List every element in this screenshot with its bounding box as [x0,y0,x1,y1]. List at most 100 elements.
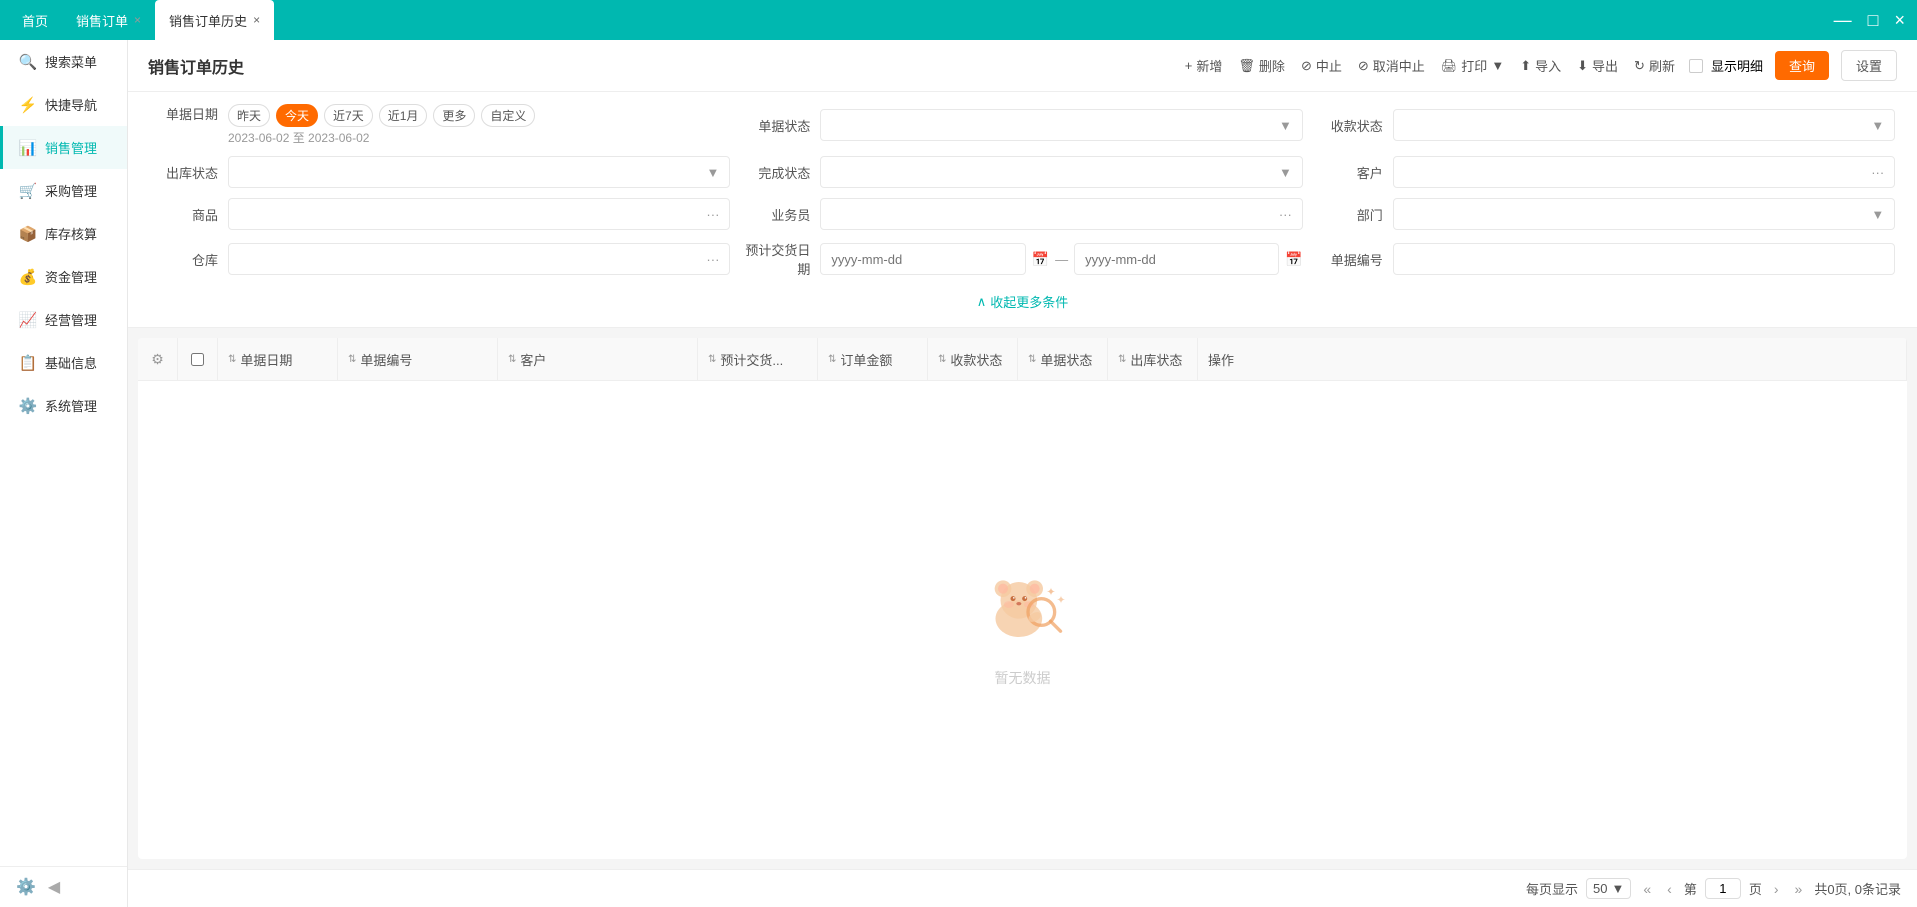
collapse-sidebar-icon[interactable]: ◀ [48,877,60,897]
cancel-stop-icon: ⊘ [1358,58,1369,74]
topbar-close-button[interactable]: — [1830,10,1856,31]
warehouse-input[interactable]: ··· [228,243,730,275]
th-date[interactable]: ⇅ 单据日期 [218,338,338,380]
th-customer[interactable]: ⇅ 客户 [498,338,698,380]
department-arrow: ▼ [1871,207,1884,222]
stock-out-select[interactable]: ▼ [228,156,730,188]
th-amount[interactable]: ⇅ 订单金额 [818,338,928,380]
sidebar-item-inventory[interactable]: 📦 库存核算 [0,212,127,255]
more-btn[interactable]: 更多 [433,104,475,127]
today-btn[interactable]: 今天 [276,104,318,127]
complete-status-select[interactable]: ▼ [820,156,1302,188]
custom-btn[interactable]: 自定义 [481,104,535,127]
delivery-date-start[interactable] [820,243,1025,275]
payment-status-select[interactable]: ▼ [1393,109,1895,141]
page-unit: 页 [1749,879,1762,898]
refresh-button[interactable]: ↻ 刷新 [1632,52,1677,79]
delivery-date-end[interactable] [1074,243,1279,275]
sort-icon: ⇅ [228,354,236,365]
salesperson-input[interactable]: ··· [820,198,1302,230]
delivery-date-group: 📅 — 📅 [820,243,1302,275]
topbar-restore-button[interactable]: □ [1864,10,1883,31]
sidebar-item-business[interactable]: 📈 经营管理 [0,298,127,341]
tab-sales-order[interactable]: 销售订单 × [62,0,155,40]
main-layout: 🔍 搜索菜单 ⚡ 快捷导航 📊 销售管理 🛒 采购管理 📦 库存核算 💰 资金管… [0,40,1917,907]
warehouse-label: 仓库 [148,250,228,269]
sidebar-item-finance[interactable]: 💰 资金管理 [0,255,127,298]
tab-sales-order-history[interactable]: 销售订单历史 × [155,0,274,40]
collapse-filter-btn[interactable]: ∧ 收起更多条件 [148,288,1897,315]
settings-bottom-icon[interactable]: ⚙️ [16,877,36,897]
stock-out-label: 出库状态 [148,163,228,182]
tab-sales-order-close[interactable]: × [134,13,141,27]
page-size-label: 每页显示 [1526,879,1578,898]
empty-illustration: ✦ ✦ [973,552,1073,652]
goods-input[interactable]: ··· [228,198,730,230]
total-text: 共0页, 0条记录 [1814,879,1901,898]
sidebar-item-system[interactable]: ⚙️ 系统管理 [0,384,127,427]
stop-button[interactable]: ⊘ 中止 [1299,52,1344,79]
sidebar-item-search[interactable]: 🔍 搜索菜单 [0,40,127,83]
toolbar: + 新增 🗑 删除 ⊘ 中止 ⊘ 取消中止 🖨 打印 [1183,50,1897,81]
customer-input[interactable]: ··· [1393,156,1895,188]
sidebar-item-sales[interactable]: 📊 销售管理 [0,126,127,169]
department-select[interactable]: ▼ [1393,198,1895,230]
tab-history-close[interactable]: × [253,13,260,27]
date-range-text: 2023-06-02 至 2023-06-02 [228,129,543,146]
th-bill-status[interactable]: ⇅ 单据状态 [1018,338,1108,380]
filter-row-1: 单据日期 昨天 今天 近7天 近1月 更多 自定义 2023-06-02 至 2… [148,104,1897,146]
topbar-exit-button[interactable]: × [1890,10,1909,31]
sort-icon-order: ⇅ [348,354,356,365]
calendar-start-icon[interactable]: 📅 [1032,251,1049,268]
inventory-icon: 📦 [19,225,37,243]
export-button[interactable]: ⬇ 导出 [1575,52,1620,79]
gear-icon[interactable]: ⚙ [151,351,164,368]
th-checkbox[interactable] [178,338,218,380]
new-button[interactable]: + 新增 [1183,52,1225,79]
search-icon: 🔍 [19,53,37,71]
next-page-btn[interactable]: › [1770,881,1783,897]
show-detail-checkbox-label[interactable]: 显示明细 [1689,56,1763,75]
th-action: 操作 [1198,338,1907,380]
order-number-input[interactable] [1393,243,1895,275]
page-size-select[interactable]: 50 ▼ [1586,878,1631,899]
calendar-end-icon[interactable]: 📅 [1285,251,1302,268]
settings-button[interactable]: 设置 [1841,50,1897,81]
th-gear[interactable]: ⚙ [138,338,178,380]
import-icon: ⬆ [1520,58,1531,74]
sort-icon-bill: ⇅ [1028,354,1036,365]
query-button[interactable]: 查询 [1775,51,1829,80]
topbar: 首页 销售订单 × 销售订单历史 × — □ × [0,0,1917,40]
table-header: ⚙ ⇅ 单据日期 ⇅ 单据编号 ⇅ 客户 ⇅ [138,338,1907,381]
sidebar-item-purchase[interactable]: 🛒 采购管理 [0,169,127,212]
business-icon: 📈 [19,311,37,329]
goods-dots: ··· [706,207,719,222]
chevron-up-icon: ∧ [977,294,987,310]
th-delivery[interactable]: ⇅ 预计交货... [698,338,818,380]
cancel-stop-button[interactable]: ⊘ 取消中止 [1356,52,1427,79]
print-button[interactable]: 🖨 打印 ▼ [1439,52,1506,79]
th-stock-status[interactable]: ⇅ 出库状态 [1108,338,1198,380]
select-all-checkbox[interactable] [191,353,204,366]
sidebar-item-basic[interactable]: 📋 基础信息 [0,341,127,384]
department-label: 部门 [1313,205,1393,224]
svg-text:✦: ✦ [1046,586,1055,598]
system-icon: ⚙️ [19,397,37,415]
sidebar-item-quicknav[interactable]: ⚡ 快捷导航 [0,83,127,126]
th-order[interactable]: ⇅ 单据编号 [338,338,498,380]
sort-icon-amount: ⇅ [828,354,836,365]
tab-home[interactable]: 首页 [8,0,62,40]
first-page-btn[interactable]: « [1639,881,1655,897]
bill-status-select[interactable]: ▼ [820,109,1302,141]
yesterday-btn[interactable]: 昨天 [228,104,270,127]
last1month-btn[interactable]: 近1月 [379,104,428,127]
th-pay-status[interactable]: ⇅ 收款状态 [928,338,1018,380]
delete-button[interactable]: 🗑 删除 [1236,52,1287,79]
last-page-btn[interactable]: » [1791,881,1807,897]
prev-page-btn[interactable]: ‹ [1663,881,1676,897]
show-detail-checkbox[interactable] [1689,59,1703,73]
page-number-input[interactable] [1705,878,1741,899]
last7days-btn[interactable]: 近7天 [324,104,373,127]
import-button[interactable]: ⬆ 导入 [1518,52,1563,79]
refresh-icon: ↻ [1634,58,1645,74]
